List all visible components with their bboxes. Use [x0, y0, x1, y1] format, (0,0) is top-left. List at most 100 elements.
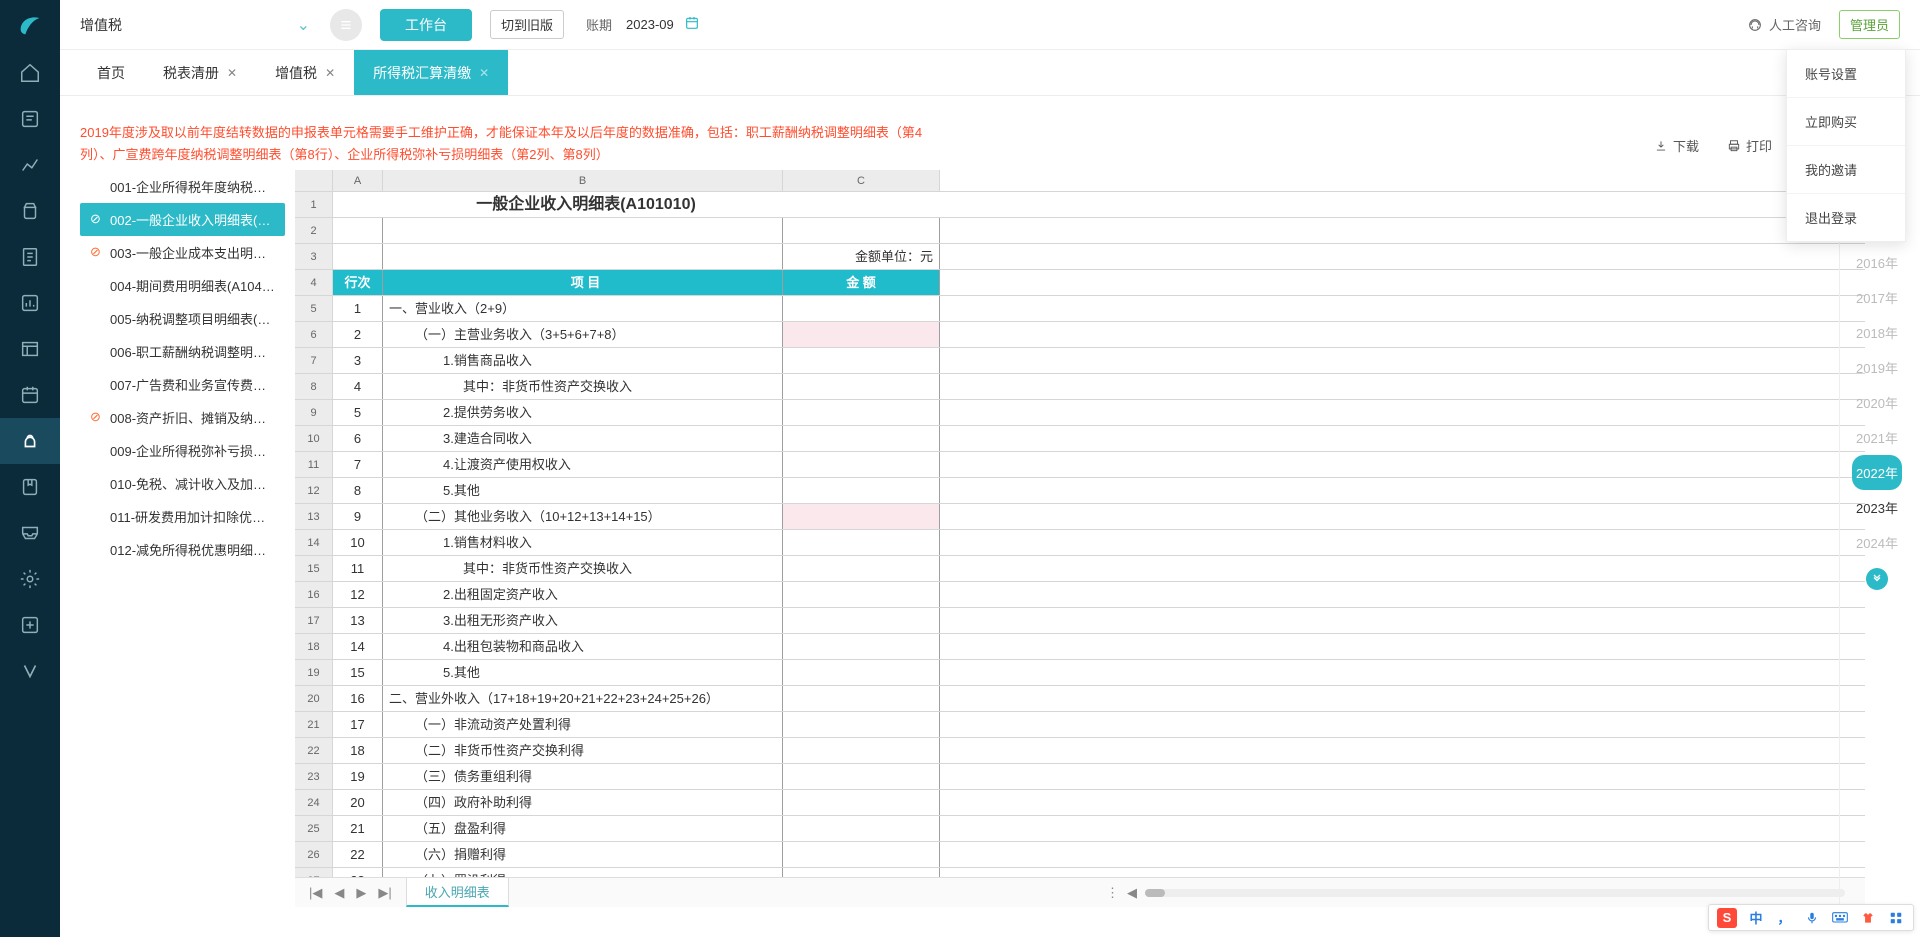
table-cell[interactable]: 2 — [333, 322, 383, 347]
table-cell[interactable]: 2.出租固定资产收入 — [383, 582, 783, 607]
table-cell[interactable] — [383, 218, 783, 243]
row-header[interactable]: 27 — [295, 868, 333, 877]
table-row[interactable]: 2420（四）政府补助利得 — [295, 790, 1865, 816]
table-cell[interactable]: 1.销售材料收入 — [383, 530, 783, 555]
row-header[interactable]: 2 — [295, 218, 333, 243]
table-cell[interactable] — [783, 322, 940, 347]
table-cell[interactable] — [783, 816, 940, 841]
row-header[interactable]: 7 — [295, 348, 333, 373]
table-row[interactable]: 731.销售商品收入 — [295, 348, 1865, 374]
row-header[interactable]: 23 — [295, 764, 333, 789]
company-dropdown[interactable]: 增值税 ⌄ — [80, 15, 310, 35]
table-row[interactable]: 84其中：非货币性资产交换收入 — [295, 374, 1865, 400]
table-row[interactable]: 952.提供劳务收入 — [295, 400, 1865, 426]
table-cell[interactable]: 21 — [333, 816, 383, 841]
table-cell[interactable]: 8 — [333, 478, 383, 503]
table-cell[interactable]: 9 — [333, 504, 383, 529]
table-row[interactable]: 1一般企业收入明细表(A101010) — [295, 192, 1865, 218]
year-option[interactable]: 2021年 — [1852, 420, 1902, 455]
table-cell[interactable]: 二、营业外收入（17+18+19+20+21+22+23+24+25+26） — [383, 686, 783, 711]
table-cell[interactable] — [783, 634, 940, 659]
table-row[interactable]: 18144.出租包装物和商品收入 — [295, 634, 1865, 660]
download-button[interactable]: 下载 — [1654, 136, 1699, 155]
row-header[interactable]: 19 — [295, 660, 333, 685]
table-cell[interactable]: 7 — [333, 452, 383, 477]
table-cell[interactable]: 4.出租包装物和商品收入 — [383, 634, 783, 659]
table-cell[interactable]: 金额单位：元 — [783, 244, 940, 269]
table-cell[interactable]: 3.建造合同收入 — [383, 426, 783, 451]
table-row[interactable]: 2319（三）债务重组利得 — [295, 764, 1865, 790]
year-option[interactable]: 2020年 — [1852, 385, 1902, 420]
user-menu-item[interactable]: 我的邀请 — [1787, 146, 1905, 194]
table-cell[interactable]: 13 — [333, 608, 383, 633]
row-header[interactable]: 24 — [295, 790, 333, 815]
sheet-nav-buttons[interactable]: |◀◀▶▶| — [295, 878, 406, 907]
row-header[interactable]: 21 — [295, 712, 333, 737]
col-header-C[interactable]: C — [783, 170, 940, 191]
tab-1[interactable]: 税表清册✕ — [144, 50, 256, 95]
close-icon[interactable]: ✕ — [227, 66, 237, 80]
year-option[interactable]: 2019年 — [1852, 350, 1902, 385]
year-option[interactable]: 2018年 — [1852, 315, 1902, 350]
user-menu-item[interactable]: 立即购买 — [1787, 98, 1905, 146]
grid-rows[interactable]: 1一般企业收入明细表(A101010)23金额单位：元4行次项 目金 额51一、… — [295, 192, 1865, 877]
table-cell[interactable] — [783, 218, 940, 243]
table-cell[interactable] — [783, 842, 940, 867]
table-cell[interactable] — [783, 764, 940, 789]
horizontal-scrollbar[interactable]: ⋮◀ — [509, 878, 1865, 907]
row-header[interactable]: 4 — [295, 270, 333, 295]
col-header-A[interactable]: A — [333, 170, 383, 191]
row-header[interactable]: 15 — [295, 556, 333, 581]
table-row[interactable]: 2622（六）捐赠利得 — [295, 842, 1865, 868]
form-list-item[interactable]: 010-免税、减计收入及加计... — [80, 467, 285, 500]
row-header[interactable]: 18 — [295, 634, 333, 659]
table-cell[interactable] — [333, 244, 383, 269]
table-cell[interactable]: 20 — [333, 790, 383, 815]
table-cell[interactable] — [783, 868, 940, 877]
nav-inbox-icon[interactable] — [0, 510, 60, 556]
table-cell[interactable] — [783, 712, 940, 737]
form-list-item[interactable]: ⊘002-一般企业收入明细表(A1... — [80, 203, 285, 236]
table-cell[interactable] — [783, 738, 940, 763]
table-cell[interactable]: 12 — [333, 582, 383, 607]
col-header-B[interactable]: B — [383, 170, 783, 191]
row-header[interactable]: 12 — [295, 478, 333, 503]
nav-chart-icon[interactable] — [0, 142, 60, 188]
table-cell[interactable]: 22 — [333, 842, 383, 867]
form-list-item[interactable]: 005-纳税调整项目明细表(A1... — [80, 302, 285, 335]
ime-lang[interactable]: 中 — [1747, 909, 1765, 927]
ime-skin-icon[interactable] — [1859, 909, 1877, 927]
select-all-corner[interactable] — [295, 170, 333, 191]
nav-tax-icon[interactable] — [0, 418, 60, 464]
year-option[interactable]: 2017年 — [1852, 280, 1902, 315]
form-list-item[interactable]: 012-减免所得税优惠明细表(... — [80, 533, 285, 566]
table-cell[interactable] — [783, 478, 940, 503]
table-row[interactable]: 2521（五）盘盈利得 — [295, 816, 1865, 842]
table-row[interactable]: 1063.建造合同收入 — [295, 426, 1865, 452]
table-cell[interactable] — [783, 790, 940, 815]
table-cell[interactable] — [783, 348, 940, 373]
table-cell[interactable]: 4 — [333, 374, 383, 399]
close-icon[interactable]: ✕ — [325, 66, 335, 80]
form-list-item[interactable]: 007-广告费和业务宣传费跨... — [80, 368, 285, 401]
table-cell[interactable]: 行次 — [333, 270, 383, 295]
table-cell[interactable]: 3 — [333, 348, 383, 373]
nav-money-icon[interactable] — [0, 188, 60, 234]
table-cell[interactable] — [783, 452, 940, 477]
table-cell[interactable] — [783, 192, 940, 217]
table-cell[interactable]: 14 — [333, 634, 383, 659]
row-header[interactable]: 16 — [295, 582, 333, 607]
table-cell[interactable] — [783, 660, 940, 685]
ime-punct-icon[interactable]: ， — [1775, 909, 1793, 927]
row-header[interactable]: 25 — [295, 816, 333, 841]
row-header[interactable]: 9 — [295, 400, 333, 425]
table-row[interactable]: 14101.销售材料收入 — [295, 530, 1865, 556]
nav-v-icon[interactable] — [0, 648, 60, 694]
form-list-item[interactable]: 006-职工薪酬纳税调整明细... — [80, 335, 285, 368]
row-header[interactable]: 14 — [295, 530, 333, 555]
row-header[interactable]: 3 — [295, 244, 333, 269]
table-row[interactable]: 4行次项 目金 额 — [295, 270, 1865, 296]
circle-menu-button[interactable] — [330, 9, 362, 41]
row-header[interactable]: 20 — [295, 686, 333, 711]
form-list-item[interactable]: 009-企业所得税弥补亏损明... — [80, 434, 285, 467]
